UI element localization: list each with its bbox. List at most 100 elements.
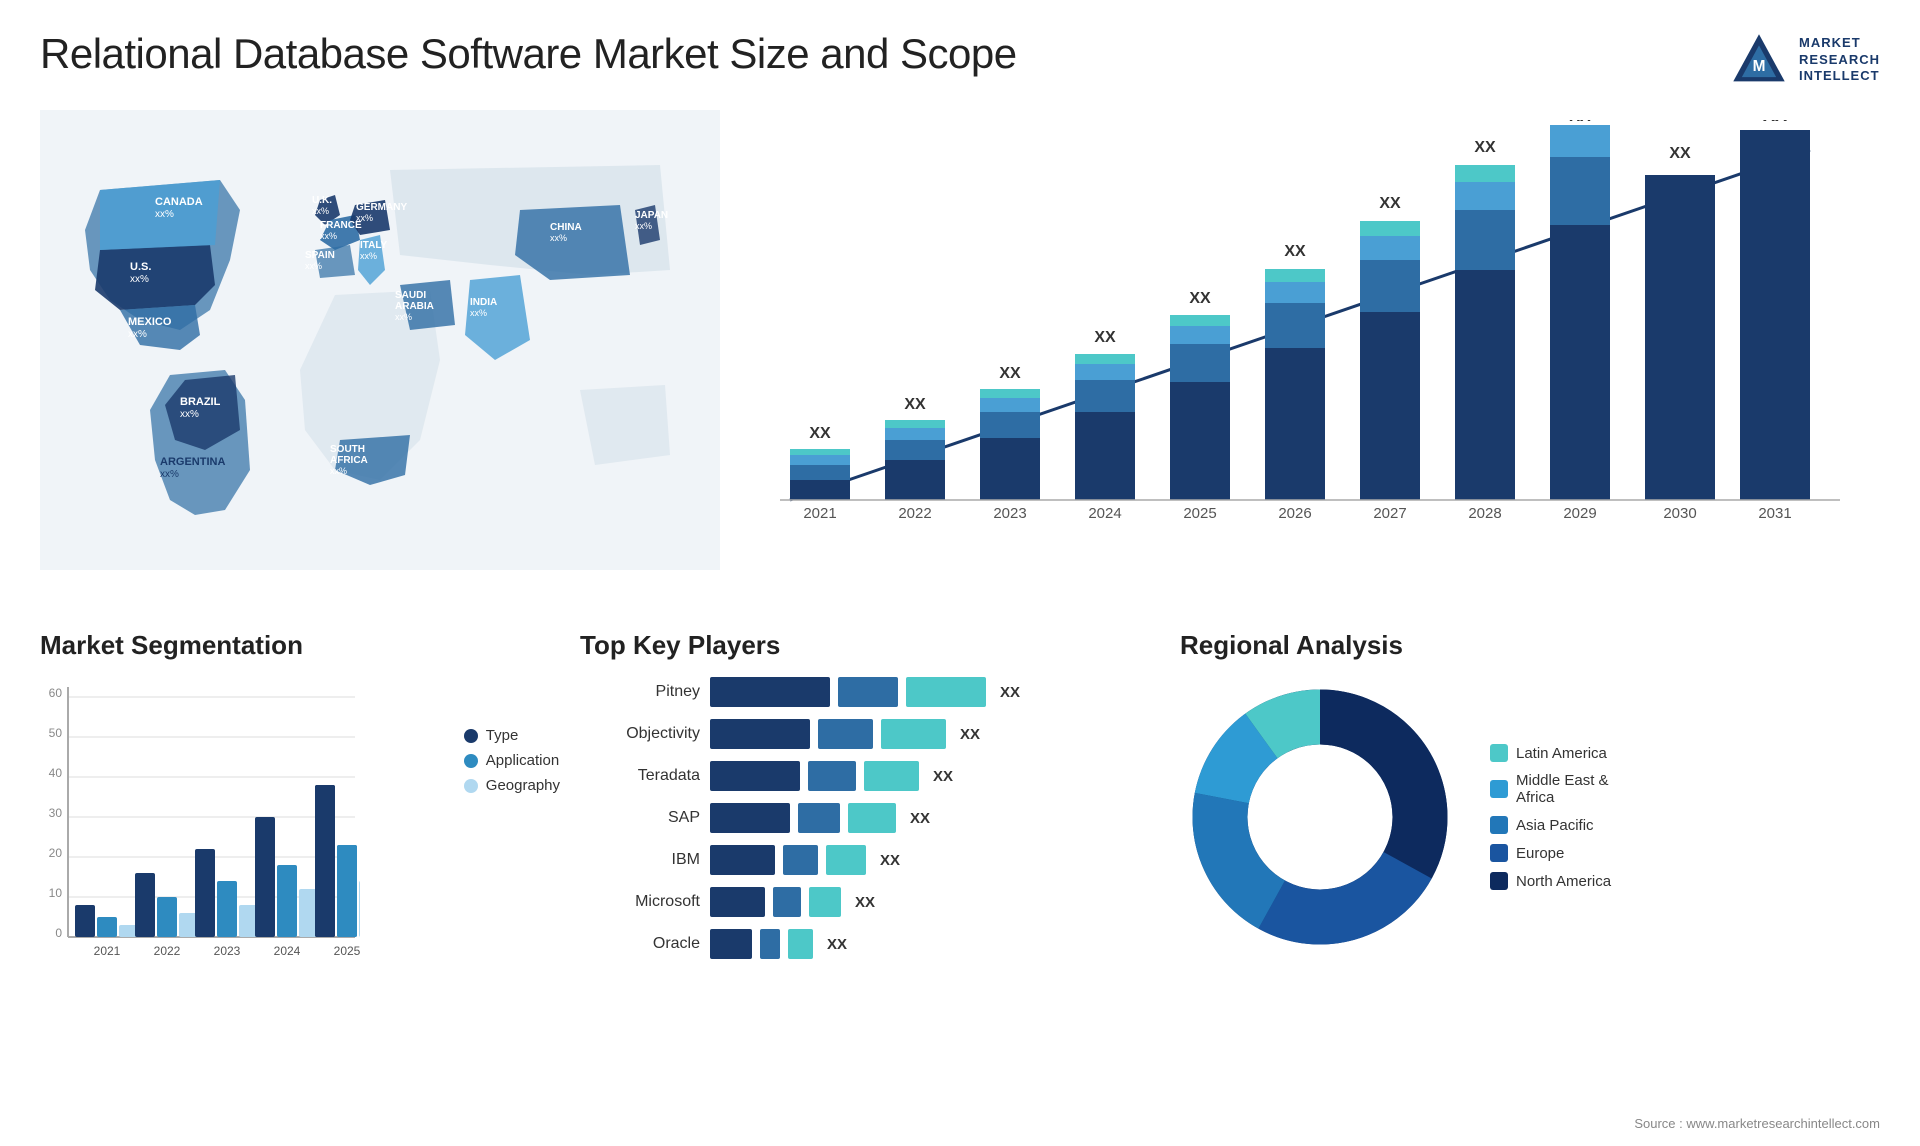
svg-text:xx%: xx% (180, 409, 199, 420)
key-players-section: Top Key Players Pitney XX Objectivity (580, 630, 1160, 1010)
content-top: CANADA xx% U.S. xx% MEXICO xx% BRAZIL xx… (40, 110, 1880, 610)
player-name-pitney: Pitney (580, 683, 700, 701)
svg-text:xx%: xx% (330, 466, 347, 476)
player-row-objectivity: Objectivity XX (580, 719, 1160, 749)
legend-color-north-america (1490, 872, 1508, 890)
player-bar-mid-sap (798, 803, 840, 833)
player-value-sap: XX (910, 810, 930, 827)
svg-text:xx%: xx% (312, 206, 329, 216)
player-bar-container-oracle: XX (710, 929, 847, 959)
legend-type-label: Type (486, 727, 519, 744)
svg-text:2024: 2024 (1088, 505, 1121, 522)
svg-text:2030: 2030 (1663, 505, 1696, 522)
player-bar-light-ibm (826, 845, 866, 875)
svg-text:10: 10 (49, 886, 63, 900)
svg-text:AFRICA: AFRICA (330, 455, 368, 466)
svg-text:2027: 2027 (1373, 505, 1406, 522)
svg-text:2024: 2024 (274, 944, 301, 958)
svg-text:40: 40 (49, 766, 63, 780)
page: Relational Database Software Market Size… (0, 0, 1920, 1146)
player-bar-light-objectivity (881, 719, 946, 749)
regional-section: Regional Analysis (1180, 630, 1880, 1010)
svg-text:XX: XX (1474, 139, 1496, 156)
player-bar-light-sap (848, 803, 896, 833)
player-bar-dark-oracle (710, 929, 752, 959)
logo: M MARKET RESEARCH INTELLECT (1729, 30, 1880, 90)
svg-text:GERMANY: GERMANY (356, 202, 407, 213)
player-bar-mid-oracle (760, 929, 780, 959)
player-bar-container-pitney: XX (710, 677, 1020, 707)
legend-latin-america: Latin America (1490, 744, 1611, 762)
player-name-teradata: Teradata (580, 767, 700, 785)
svg-text:20: 20 (49, 846, 63, 860)
svg-text:ARGENTINA: ARGENTINA (160, 456, 225, 468)
svg-text:2028: 2028 (1468, 505, 1501, 522)
map-container: CANADA xx% U.S. xx% MEXICO xx% BRAZIL xx… (40, 110, 720, 570)
svg-text:2031: 2031 (1758, 505, 1791, 522)
legend-label-asia-pacific: Asia Pacific (1516, 817, 1594, 834)
player-name-objectivity: Objectivity (580, 725, 700, 743)
legend-color-mea (1490, 780, 1508, 798)
player-bar-container-objectivity: XX (710, 719, 980, 749)
player-bar-mid-teradata (808, 761, 856, 791)
svg-text:CANADA: CANADA (155, 196, 203, 208)
svg-text:2022: 2022 (898, 505, 931, 522)
svg-text:BRAZIL: BRAZIL (180, 396, 221, 408)
segmentation-section: Market Segmentation 0 10 20 30 40 50 60 (40, 630, 560, 1010)
player-bar-container-sap: XX (710, 803, 930, 833)
svg-text:2022: 2022 (154, 944, 181, 958)
player-row-pitney: Pitney XX (580, 677, 1160, 707)
svg-text:30: 30 (49, 806, 63, 820)
svg-text:xx%: xx% (128, 329, 147, 340)
legend-color-europe (1490, 844, 1508, 862)
legend-type-dot (464, 729, 478, 743)
player-bar-mid-microsoft (773, 887, 801, 917)
donut-container: Latin America Middle East &Africa Asia P… (1180, 677, 1880, 957)
legend-type: Type (464, 727, 560, 744)
player-value-oracle: XX (827, 936, 847, 953)
content-bottom: Market Segmentation 0 10 20 30 40 50 60 (40, 630, 1880, 1010)
legend-label-mea: Middle East &Africa (1516, 772, 1609, 806)
player-row-sap: SAP XX (580, 803, 1160, 833)
legend-geography-dot (464, 779, 478, 793)
player-bar-mid-ibm (783, 845, 818, 875)
svg-text:xx%: xx% (550, 233, 567, 243)
svg-text:XX: XX (809, 425, 831, 442)
legend-color-asia-pacific (1490, 816, 1508, 834)
player-bar-light-oracle (788, 929, 813, 959)
svg-text:0: 0 (55, 926, 62, 940)
svg-text:XX: XX (1379, 195, 1401, 212)
regional-title: Regional Analysis (1180, 630, 1880, 661)
player-bar-dark-ibm (710, 845, 775, 875)
legend-application: Application (464, 752, 560, 769)
svg-text:ITALY: ITALY (360, 240, 388, 251)
segmentation-chart: 0 10 20 30 40 50 60 (40, 677, 360, 967)
player-bar-light-pitney (906, 677, 986, 707)
svg-text:xx%: xx% (360, 251, 377, 261)
player-bar-mid-objectivity (818, 719, 873, 749)
svg-text:SOUTH: SOUTH (330, 444, 365, 455)
svg-text:SAUDI: SAUDI (395, 290, 426, 301)
player-bar-dark-pitney (710, 677, 830, 707)
world-map: CANADA xx% U.S. xx% MEXICO xx% BRAZIL xx… (40, 110, 720, 570)
player-bar-container-teradata: XX (710, 761, 953, 791)
svg-text:INDIA: INDIA (470, 297, 497, 308)
growth-bar-chart: XX 2021 XX 2022 XX 2023 (760, 120, 1860, 540)
svg-text:2026: 2026 (1278, 505, 1311, 522)
player-bar-dark-objectivity (710, 719, 810, 749)
donut-chart (1180, 677, 1460, 957)
player-bar-container-ibm: XX (710, 845, 900, 875)
player-value-microsoft: XX (855, 894, 875, 911)
legend-asia-pacific: Asia Pacific (1490, 816, 1611, 834)
map-section: CANADA xx% U.S. xx% MEXICO xx% BRAZIL xx… (40, 110, 720, 610)
player-bars: Pitney XX Objectivity XX (580, 677, 1160, 959)
svg-text:U.K.: U.K. (312, 195, 332, 206)
player-bar-container-microsoft: XX (710, 887, 875, 917)
svg-text:60: 60 (49, 686, 63, 700)
svg-text:xx%: xx% (160, 469, 179, 480)
legend-europe: Europe (1490, 844, 1611, 862)
svg-text:2023: 2023 (993, 505, 1026, 522)
legend-north-america: North America (1490, 872, 1611, 890)
svg-text:2021: 2021 (94, 944, 121, 958)
player-name-sap: SAP (580, 809, 700, 827)
